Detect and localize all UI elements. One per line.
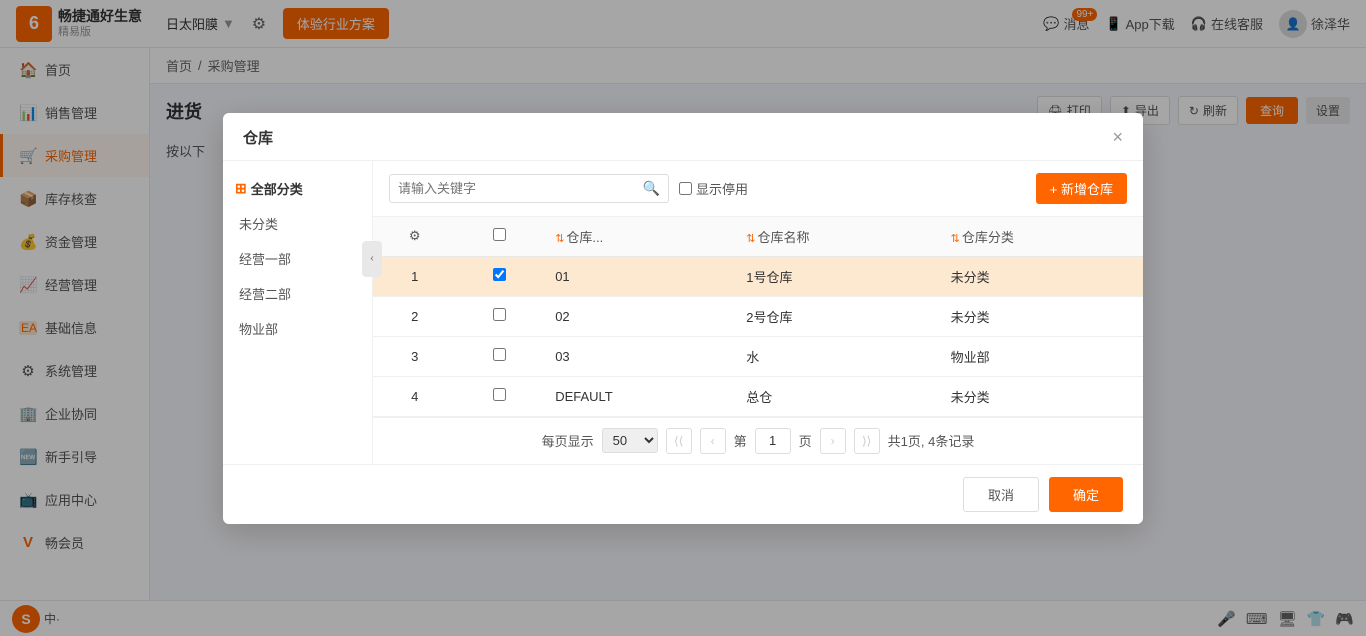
- col-code: ⇅仓库...: [543, 217, 734, 257]
- dialog-sidebar-header: ⊞ 全部分类: [223, 171, 372, 206]
- warehouse-dialog: 仓库 × ⊞ 全部分类 ‹ 未分类 经营一部 经营二部 物业部: [223, 113, 1143, 524]
- dialog-toolbar: 🔍 显示停用 + 新增仓库: [373, 161, 1143, 217]
- chevron-left-icon: ‹: [370, 253, 373, 264]
- dialog-main: 🔍 显示停用 + 新增仓库 ⚙: [373, 161, 1143, 464]
- search-input[interactable]: [398, 181, 643, 196]
- table-body: 1 01 1号仓库 未分类 2 02 2号仓库: [373, 256, 1143, 416]
- page-prev-btn[interactable]: ‹: [700, 428, 726, 454]
- show-disabled-text: 显示停用: [696, 179, 748, 198]
- table-row[interactable]: 4 DEFAULT 总仓 未分类: [373, 376, 1143, 416]
- row-index: 4: [373, 376, 457, 416]
- col-gear: ⚙: [373, 217, 457, 257]
- pagination: 每页显示 50 10 20 100 ⟨⟨ ‹ 第 页 › ⟩⟩ 共1页, 4条记…: [373, 417, 1143, 464]
- search-icon[interactable]: 🔍: [643, 180, 660, 197]
- table-row[interactable]: 3 03 水 物业部: [373, 336, 1143, 376]
- col-category: ⇅仓库分类: [939, 217, 1143, 257]
- dialog-body: ⊞ 全部分类 ‹ 未分类 经营一部 经营二部 物业部 🔍: [223, 161, 1143, 464]
- total-info: 共1页, 4条记录: [888, 431, 975, 450]
- dialog-table-wrap: ⚙ ⇅仓库... ⇅仓库名称 ⇅仓库分类 1 01: [373, 217, 1143, 417]
- page-label: 第: [734, 431, 747, 450]
- row-code: 03: [543, 336, 734, 376]
- dialog-footer: 取消 确定: [223, 464, 1143, 524]
- cancel-btn[interactable]: 取消: [963, 477, 1039, 512]
- row-name: 总仓: [734, 376, 938, 416]
- sort-icon-category: ⇅: [951, 233, 960, 245]
- dialog-category-ops2[interactable]: 经营二部: [223, 276, 372, 311]
- dialog-sidebar-header-label: 全部分类: [251, 179, 303, 198]
- select-all-checkbox[interactable]: [493, 228, 506, 241]
- row-code: DEFAULT: [543, 376, 734, 416]
- row-name: 水: [734, 336, 938, 376]
- row-name: 2号仓库: [734, 296, 938, 336]
- row-category: 未分类: [939, 296, 1143, 336]
- new-warehouse-btn[interactable]: + 新增仓库: [1036, 173, 1127, 204]
- per-page-select[interactable]: 50 10 20 100: [602, 428, 658, 453]
- dialog-category-property[interactable]: 物业部: [223, 311, 372, 346]
- row-code: 01: [543, 256, 734, 296]
- col-name: ⇅仓库名称: [734, 217, 938, 257]
- dialog-category-ops1[interactable]: 经营一部: [223, 241, 372, 276]
- row-checkbox[interactable]: [457, 256, 544, 296]
- page-next-btn[interactable]: ›: [820, 428, 846, 454]
- show-disabled-label: 显示停用: [679, 179, 748, 198]
- dialog-title: 仓库: [243, 127, 273, 148]
- row-name: 1号仓库: [734, 256, 938, 296]
- warehouse-table: ⚙ ⇅仓库... ⇅仓库名称 ⇅仓库分类 1 01: [373, 217, 1143, 417]
- page-last-btn[interactable]: ⟩⟩: [854, 428, 880, 454]
- per-page-label: 每页显示: [542, 431, 594, 450]
- row-category: 未分类: [939, 256, 1143, 296]
- show-disabled-checkbox[interactable]: [679, 182, 692, 195]
- table-header: ⚙ ⇅仓库... ⇅仓库名称 ⇅仓库分类: [373, 217, 1143, 257]
- dialog-sidebar: ⊞ 全部分类 ‹ 未分类 经营一部 经营二部 物业部: [223, 161, 373, 464]
- table-row[interactable]: 2 02 2号仓库 未分类: [373, 296, 1143, 336]
- page-first-btn[interactable]: ⟨⟨: [666, 428, 692, 454]
- grid-icon: ⊞: [235, 180, 247, 197]
- row-index: 1: [373, 256, 457, 296]
- row-index: 3: [373, 336, 457, 376]
- row-index: 2: [373, 296, 457, 336]
- row-checkbox[interactable]: [457, 336, 544, 376]
- dialog-overlay: 仓库 × ⊞ 全部分类 ‹ 未分类 经营一部 经营二部 物业部: [0, 0, 1366, 636]
- sort-icon-name: ⇅: [746, 233, 755, 245]
- confirm-btn[interactable]: 确定: [1049, 477, 1123, 512]
- page-unit: 页: [799, 431, 812, 450]
- search-box: 🔍: [389, 174, 669, 203]
- row-code: 02: [543, 296, 734, 336]
- page-input[interactable]: [755, 428, 791, 454]
- dialog-category-unclassified[interactable]: 未分类: [223, 206, 372, 241]
- sidebar-collapse-btn[interactable]: ‹: [362, 241, 382, 277]
- col-checkbox: [457, 217, 544, 257]
- row-category: 物业部: [939, 336, 1143, 376]
- row-checkbox[interactable]: [457, 296, 544, 336]
- row-checkbox[interactable]: [457, 376, 544, 416]
- sort-icon-code: ⇅: [555, 233, 564, 245]
- dialog-header: 仓库 ×: [223, 113, 1143, 161]
- row-category: 未分类: [939, 376, 1143, 416]
- dialog-close-btn[interactable]: ×: [1112, 128, 1123, 146]
- table-row[interactable]: 1 01 1号仓库 未分类: [373, 256, 1143, 296]
